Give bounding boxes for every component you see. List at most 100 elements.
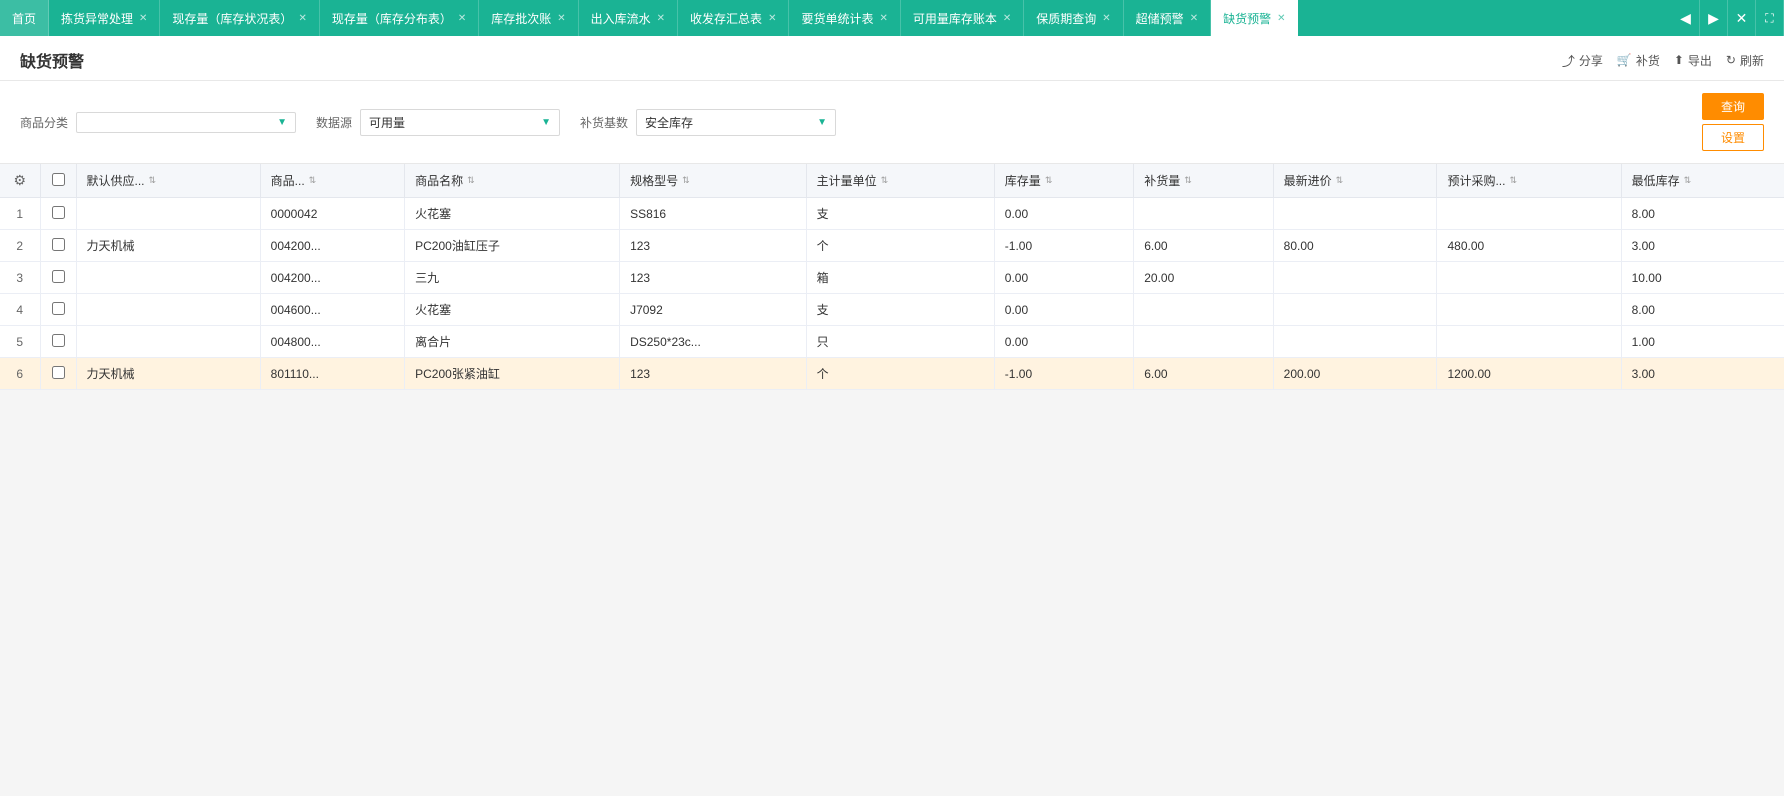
close-tab-receive[interactable]: ✕ [768, 13, 776, 24]
sort-icon-replenish: ⇅ [1184, 175, 1192, 186]
th-replenish-qty: 补货量 ⇅ [1134, 164, 1273, 198]
row-checkbox[interactable] [52, 270, 65, 283]
close-tab-shortage[interactable]: ✕ [1277, 13, 1285, 24]
settings-button[interactable]: 设置 [1702, 124, 1764, 151]
row-estimated-purchase [1437, 294, 1621, 326]
row-min-stock: 8.00 [1621, 198, 1784, 230]
category-filter-group: 商品分类 ▼ [20, 112, 296, 133]
datasource-filter-group: 数据源 可用量 ▼ [316, 109, 560, 136]
row-number: 1 [16, 207, 23, 221]
select-all-checkbox[interactable] [52, 173, 65, 186]
column-settings-icon[interactable]: ⚙ [13, 172, 26, 188]
query-button[interactable]: 查询 [1702, 93, 1764, 120]
datasource-select[interactable]: 可用量 ▼ [360, 109, 560, 136]
replenish-button[interactable]: 🛒 补货 [1617, 52, 1660, 69]
row-default-supplier [76, 262, 260, 294]
filter-area: 商品分类 ▼ 数据源 可用量 ▼ 补货基数 安全库存 ▼ 查询 设置 [0, 81, 1784, 164]
tab-expiry[interactable]: 保质期查询 ✕ [1024, 0, 1123, 36]
tab-inout-flow[interactable]: 出入库流水 ✕ [579, 0, 678, 36]
tab-home[interactable]: 首页 [0, 0, 49, 36]
table-header-row: ⚙ 默认供应... ⇅ 商品... ⇅ [0, 164, 1784, 198]
row-replenish-qty [1134, 326, 1273, 358]
tab-close-button[interactable]: ✕ [1728, 0, 1756, 36]
row-product-name: 离合片 [405, 326, 620, 358]
row-replenish-qty [1134, 294, 1273, 326]
row-spec: 123 [620, 262, 807, 294]
tab-bar: 首页 拣货异常处理 ✕ 现存量（库存状况表） ✕ 现存量（库存分布表） ✕ 库存… [0, 0, 1784, 36]
row-latest-price [1273, 294, 1437, 326]
category-select-arrow: ▼ [277, 117, 287, 128]
row-min-stock: 1.00 [1621, 326, 1784, 358]
sort-icon-code: ⇅ [309, 175, 317, 186]
row-checkbox-cell [40, 358, 76, 390]
close-tab-inventory-status[interactable]: ✕ [298, 13, 306, 24]
tab-fullscreen-button[interactable]: ⛶ [1756, 0, 1784, 36]
row-unit: 个 [806, 358, 994, 390]
tab-overstock[interactable]: 超储预警 ✕ [1124, 0, 1211, 36]
sort-icon-supplier: ⇅ [149, 175, 157, 186]
tab-available-ledger[interactable]: 可用量库存账本 ✕ [901, 0, 1024, 36]
close-tab-inventory-dist[interactable]: ✕ [458, 13, 466, 24]
tab-prev-button[interactable]: ◀ [1672, 0, 1700, 36]
refresh-button[interactable]: ↻ 刷新 [1726, 52, 1764, 69]
tab-inventory-status[interactable]: 现存量（库存状况表） ✕ [160, 0, 319, 36]
close-tab-order[interactable]: ✕ [879, 13, 887, 24]
page-header: 缺货预警 ⤴ 分享 🛒 补货 ⬆ 导出 ↻ 刷新 [0, 36, 1784, 81]
sort-icon-stock: ⇅ [1045, 175, 1053, 186]
row-stock: 0.00 [994, 294, 1133, 326]
tab-receive-summary[interactable]: 收发存汇总表 ✕ [678, 0, 789, 36]
th-stock: 库存量 ⇅ [994, 164, 1133, 198]
header-actions: ⤴ 分享 🛒 补货 ⬆ 导出 ↻ 刷新 [1562, 51, 1764, 70]
table-row: 6 力天机械 801110... PC200张紧油缸 123 个 -1.00 6… [0, 358, 1784, 390]
row-product-code: 801110... [260, 358, 404, 390]
row-product-code: 004800... [260, 326, 404, 358]
tab-shortage-warning[interactable]: 缺货预警 ✕ [1211, 0, 1298, 36]
category-select[interactable]: ▼ [76, 112, 296, 133]
row-checkbox[interactable] [52, 206, 65, 219]
replenish-basis-arrow: ▼ [817, 117, 827, 128]
tab-exception[interactable]: 拣货异常处理 ✕ [49, 0, 160, 36]
row-estimated-purchase [1437, 198, 1621, 230]
row-replenish-qty [1134, 198, 1273, 230]
th-min-stock: 最低库存 ⇅ [1621, 164, 1784, 198]
tab-inventory-dist[interactable]: 现存量（库存分布表） ✕ [320, 0, 479, 36]
tab-order-stats[interactable]: 要货单统计表 ✕ [789, 0, 900, 36]
sort-icon-minstock: ⇅ [1684, 175, 1692, 186]
row-product-code: 004200... [260, 262, 404, 294]
replenish-basis-filter-group: 补货基数 安全库存 ▼ [580, 109, 836, 136]
row-number: 6 [16, 367, 23, 381]
row-checkbox[interactable] [52, 238, 65, 251]
row-checkbox[interactable] [52, 302, 65, 315]
share-button[interactable]: ⤴ 分享 [1562, 51, 1603, 70]
sort-icon-unit: ⇅ [881, 175, 889, 186]
close-tab-inout[interactable]: ✕ [657, 13, 665, 24]
table-row: 1 0000042 火花塞 SS816 支 0.00 8.00 [0, 198, 1784, 230]
replenish-basis-select[interactable]: 安全库存 ▼ [636, 109, 836, 136]
tab-next-button[interactable]: ▶ [1700, 0, 1728, 36]
share-icon: ⤴ [1562, 51, 1575, 70]
row-min-stock: 3.00 [1621, 358, 1784, 390]
replenish-basis-label: 补货基数 [580, 114, 628, 131]
tab-batch-account[interactable]: 库存批次账 ✕ [479, 0, 578, 36]
close-tab-available[interactable]: ✕ [1003, 13, 1011, 24]
replenish-icon: 🛒 [1617, 53, 1632, 67]
th-latest-price: 最新进价 ⇅ [1273, 164, 1437, 198]
row-default-supplier [76, 198, 260, 230]
close-tab-exception[interactable]: ✕ [139, 13, 147, 24]
sort-icon-spec: ⇅ [682, 175, 690, 186]
category-label: 商品分类 [20, 114, 68, 131]
export-icon: ⬆ [1674, 53, 1684, 67]
row-estimated-purchase [1437, 262, 1621, 294]
row-product-code: 004200... [260, 230, 404, 262]
row-number: 4 [16, 303, 23, 317]
row-latest-price [1273, 198, 1437, 230]
close-tab-batch[interactable]: ✕ [557, 13, 565, 24]
row-checkbox[interactable] [52, 334, 65, 347]
close-tab-overstock[interactable]: ✕ [1190, 13, 1198, 24]
row-checkbox[interactable] [52, 366, 65, 379]
row-checkbox-cell [40, 198, 76, 230]
close-tab-expiry[interactable]: ✕ [1102, 13, 1110, 24]
export-button[interactable]: ⬆ 导出 [1674, 52, 1712, 69]
th-spec: 规格型号 ⇅ [620, 164, 807, 198]
sort-icon-price: ⇅ [1336, 175, 1344, 186]
